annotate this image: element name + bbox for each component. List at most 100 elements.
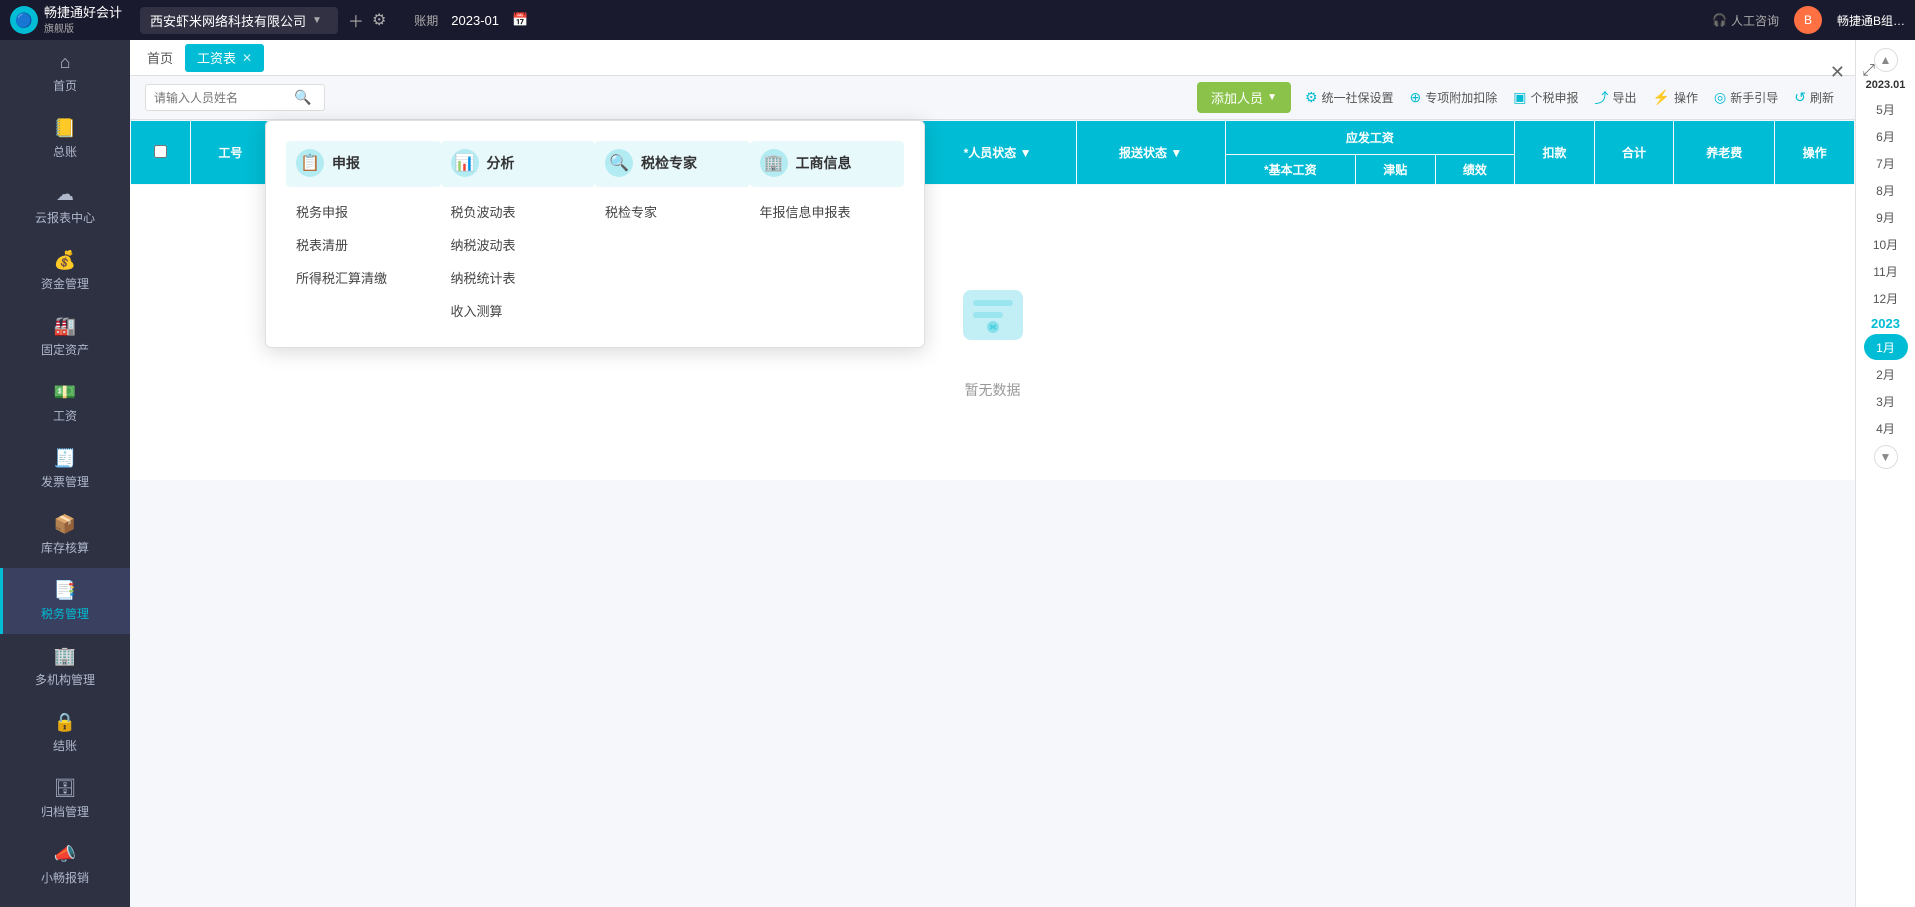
sidebar-item-fixed-assets[interactable]: 🏭 固定资产 [0,304,130,370]
add-person-button[interactable]: 添加人员 ▼ [1197,82,1291,113]
guide-icon: ◎ [1714,89,1726,106]
user-avatar[interactable]: B [1794,6,1822,34]
user-name[interactable]: 畅捷通B组… [1837,12,1905,29]
special-deduction-label: 专项附加扣除 [1425,89,1497,106]
timeline-months-current: 1月2月3月4月 [1864,333,1908,442]
sidebar-item-archive[interactable]: 🗄 归档管理 [0,766,130,832]
timeline-up-nav[interactable]: ▲ [1874,48,1898,72]
sidebar-label-multi-org: 多机构管理 [35,671,95,688]
sidebar-item-cloud-report[interactable]: ☁ 云报表中心 [0,172,130,238]
timeline-month-prev-9[interactable]: 9月 [1864,204,1908,230]
dropdown-item-tax-burden[interactable]: 税负波动表 [441,195,596,228]
inventory-icon: 📦 [54,514,76,535]
logo-sub: 旗舰版 [44,20,122,35]
tab-home[interactable]: 首页 [135,44,185,72]
sidebar-item-home[interactable]: ⌂ 首页 [0,40,130,106]
timeline-month-2[interactable]: 2月 [1864,361,1908,387]
settings-icon-button[interactable]: ⚙ [372,10,386,30]
social-security-button[interactable]: ⚙统一社保设置 [1299,85,1400,110]
tab-salary[interactable]: 工资表 ✕ [185,44,264,72]
headset-icon: 🎧 [1712,13,1727,27]
sidebar-item-inventory[interactable]: 📦 库存核算 [0,502,130,568]
sidebar-item-settings[interactable]: ⚙ 基础设置 [0,898,130,907]
dropdown-item-tax-form[interactable]: 税表清册 [286,228,441,261]
sidebar-label-fund: 资金管理 [41,275,89,292]
company-name: 西安虾米网络科技有限公司 [150,11,306,30]
operations-label: 操作 [1674,89,1698,106]
content-area: 首页工资表✕ 🔍 添加人员 ▼ ⚙统一社保设置⊕专项附加扣除▣个税申报⤴导出⚡操… [130,40,1855,907]
dropdown-col-shen-bao: 📋申报税务申报税表清册所得税汇算清缴 [286,141,441,327]
timeline-month-prev-12[interactable]: 12月 [1864,285,1908,311]
timeline-month-prev-6[interactable]: 6月 [1864,123,1908,149]
company-selector[interactable]: 西安虾米网络科技有限公司 ▼ [140,7,338,34]
sidebar: ⌂ 首页 📒 总账 ☁ 云报表中心 💰 资金管理 🏭 固定资产 💵 工资 🧾 发… [0,40,130,907]
timeline-month-prev-7[interactable]: 7月 [1864,150,1908,176]
timeline-month-prev-5[interactable]: 5月 [1864,96,1908,122]
main-layout: ⌂ 首页 📒 总账 ☁ 云报表中心 💰 资金管理 🏭 固定资产 💵 工资 🧾 发… [0,40,1915,907]
timeline-month-3[interactable]: 3月 [1864,388,1908,414]
dropdown-item-income-tax-calc[interactable]: 所得税汇算清缴 [286,261,441,294]
th-养老费: 养老费 [1674,121,1775,185]
tab-close-salary[interactable]: ✕ [242,51,252,65]
add-person-label: 添加人员 [1211,88,1263,107]
timeline-month-4[interactable]: 4月 [1864,415,1908,441]
sidebar-label-invoice: 发票管理 [41,473,89,490]
dropdown-arrow-icon: ▼ [1267,92,1277,103]
social-security-label: 统一社保设置 [1322,89,1394,106]
sidebar-item-invoice[interactable]: 🧾 发票管理 [0,436,130,502]
sidebar-label-archive: 归档管理 [41,803,89,820]
tax-report-button[interactable]: ▣个税申报 [1507,85,1584,110]
sidebar-item-xiao-chang[interactable]: 📣 小畅报销 [0,832,130,898]
guide-label: 新手引导 [1730,89,1778,106]
tab-bar: 首页工资表 ✕ [130,40,1855,76]
export-button[interactable]: ⤴导出 [1589,84,1643,112]
dropdown-item-tax-payment[interactable]: 纳税波动表 [441,228,596,261]
search-icon[interactable]: 🔍 [294,89,311,106]
multi-org-icon: 🏢 [54,646,76,667]
sidebar-item-ledger[interactable]: 📒 总账 [0,106,130,172]
dropdown-item-tax-stats[interactable]: 纳税统计表 [441,261,596,294]
sidebar-item-fund[interactable]: 💰 资金管理 [0,238,130,304]
sidebar-item-tax[interactable]: 📑 税务管理 [0,568,130,634]
sidebar-label-xiao-chang: 小畅报销 [41,869,89,886]
restore-content-button[interactable]: ⤢ [1862,62,1875,80]
timeline-month-prev-11[interactable]: 11月 [1864,258,1908,284]
guide-button[interactable]: ◎新手引导 [1708,85,1784,110]
no-data-text: 暂无数据 [965,380,1021,400]
sidebar-item-salary[interactable]: 💵 工资 [0,370,130,436]
refresh-button[interactable]: ↺刷新 [1788,85,1840,110]
archive-icon: 🗄 [54,778,77,799]
operations-icon: ⚡ [1653,89,1670,106]
th-check[interactable] [131,121,191,185]
dropdown-item-annual-report[interactable]: 年报信息申报表 [750,195,905,228]
timeline-month-prev-10[interactable]: 10月 [1864,231,1908,257]
export-icon: ⤴ [1595,88,1609,108]
special-deduction-button[interactable]: ⊕专项附加扣除 [1404,85,1504,110]
operations-button[interactable]: ⚡操作 [1647,85,1704,110]
period-value: 2023-01 [451,13,499,28]
timeline-down-nav[interactable]: ▼ [1874,445,1898,469]
calendar-icon[interactable]: 📅 [512,12,528,28]
timeline-month-1[interactable]: 1月 [1864,334,1908,360]
refresh-label: 刷新 [1810,89,1834,106]
search-input[interactable] [154,91,294,105]
dropdown-item-tax-declare[interactable]: 税务申报 [286,195,441,228]
dropdown-item-income-calc[interactable]: 收入测算 [441,294,596,327]
sidebar-item-multi-org[interactable]: 🏢 多机构管理 [0,634,130,700]
dropdown-grid: 📋申报税务申报税表清册所得税汇算清缴📊分析税负波动表纳税波动表纳税统计表收入测算… [286,141,904,327]
timeline-month-prev-8[interactable]: 8月 [1864,177,1908,203]
fixed-assets-icon: 🏭 [54,316,76,337]
logo-icon: 🔵 [10,6,38,34]
th-扣款: 扣款 [1515,121,1595,185]
dropdown-col-header-shen-bao: 📋申报 [286,141,441,187]
add-company-button[interactable]: ＋ [348,8,364,32]
th-人员状态: *人员状态 ▼ [919,121,1076,185]
select-all-checkbox[interactable] [154,145,167,158]
sidebar-item-close[interactable]: 🔒 结账 [0,700,130,766]
help-button[interactable]: 🎧 人工咨询 [1712,12,1779,29]
tab-label-salary: 工资表 [197,48,236,67]
gong-shang-header-icon: 🏢 [760,149,788,177]
th-工号: 工号 [191,121,271,185]
dropdown-item-tax-expert[interactable]: 税检专家 [595,195,750,228]
close-content-button[interactable]: ✕ [1830,62,1845,83]
